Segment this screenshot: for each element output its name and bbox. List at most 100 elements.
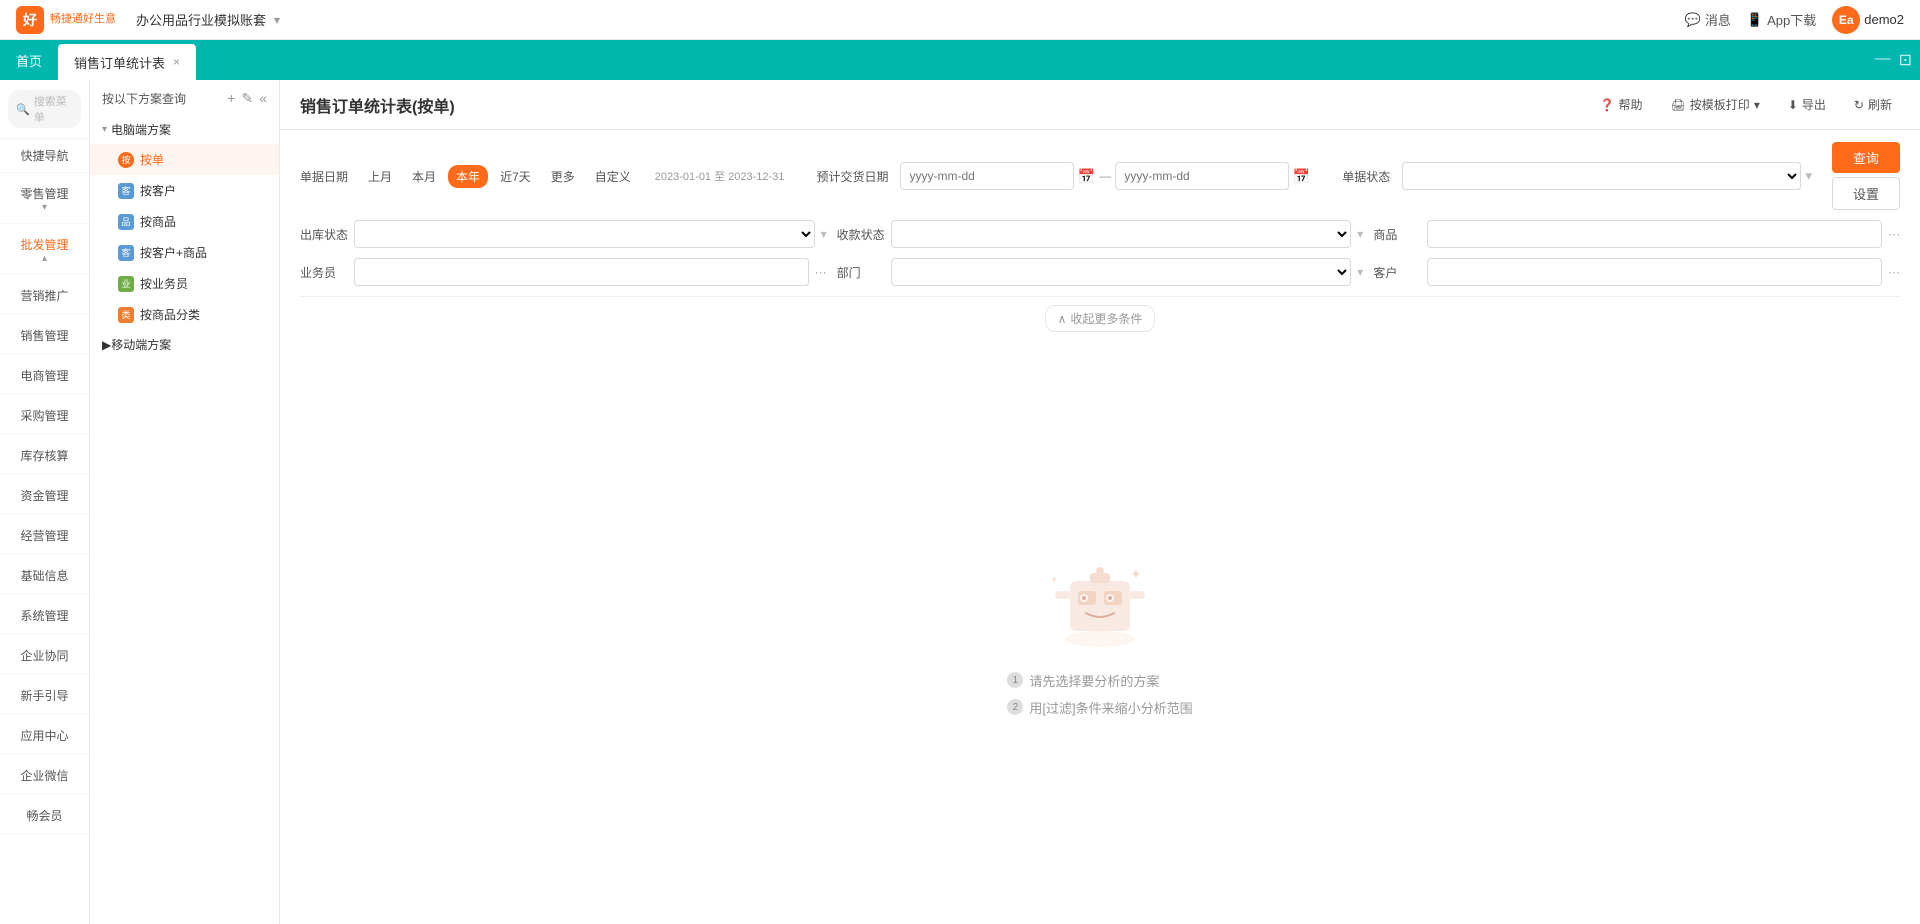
payment-status-dropdown-icon[interactable]: ▾ — [1357, 227, 1363, 241]
date-buttons: 上月 本月 本年 近7天 更多 自定义 — [360, 165, 639, 188]
content-area: 按以下方案查询 + ✎ « ▾ 电脑端方案 按 按单 客 按客 — [90, 80, 1920, 924]
sidebar-item-ecommerce[interactable]: 电商管理 — [0, 355, 89, 395]
dept-select[interactable] — [891, 258, 1352, 286]
collapse-icon: ∧ — [1058, 312, 1067, 326]
tab-close-icon[interactable]: × — [173, 55, 180, 69]
tab-minimize-icon[interactable]: — — [1875, 50, 1891, 70]
goods-label: 商品 — [1373, 226, 1421, 243]
date-this-month-btn[interactable]: 本月 — [404, 165, 444, 188]
payment-status-select[interactable] — [891, 220, 1352, 248]
help-icon: ❓ — [1600, 98, 1615, 112]
empty-illustration: ✦ ✦ — [1040, 551, 1160, 651]
scheme-by-category-icon: 类 — [118, 307, 134, 323]
print-dropdown-icon: ▾ — [1754, 98, 1760, 112]
expected-date-start[interactable] — [900, 162, 1073, 190]
tip-num-2: 2 — [1007, 699, 1023, 715]
sidebar-item-wechat[interactable]: 企业微信 — [0, 755, 89, 795]
svg-text:✦: ✦ — [1130, 566, 1142, 582]
empty-tips: 1 请先选择要分析的方案 2 用[过滤]条件来缩小分析范围 — [1007, 671, 1192, 725]
sidebar-item-appstore[interactable]: 应用中心 — [0, 715, 89, 755]
sidebar-item-retail[interactable]: 零售管理 ▾ — [0, 173, 89, 224]
date-more-btn[interactable]: 更多 — [543, 165, 583, 188]
sidebar-item-marketing[interactable]: 营销推广 — [0, 275, 89, 315]
sidebar-item-purchase[interactable]: 采购管理 — [0, 395, 89, 435]
status-select[interactable] — [1402, 162, 1801, 190]
collapse-btn[interactable]: ∧ 收起更多条件 — [1045, 305, 1156, 332]
dept-label: 部门 — [837, 264, 885, 281]
salesperson-input[interactable] — [354, 258, 809, 286]
sidebar-item-inventory[interactable]: 库存核算 — [0, 435, 89, 475]
app-download-icon: 📱 — [1747, 12, 1763, 28]
mobile-group-arrow: ▶ — [102, 338, 111, 352]
left-panel: 按以下方案查询 + ✎ « ▾ 电脑端方案 按 按单 客 按客 — [90, 80, 280, 924]
sidebar-item-cooperation[interactable]: 企业协同 — [0, 635, 89, 675]
panel-collapse-btn[interactable]: « — [259, 90, 267, 107]
mobile-group-title[interactable]: ▶ 移动端方案 — [90, 330, 279, 359]
sidebar-item-wholesale[interactable]: 批发管理 ▴ — [0, 224, 89, 275]
app-download-button[interactable]: 📱 App下载 — [1747, 10, 1816, 29]
expected-date-end[interactable] — [1115, 162, 1288, 190]
message-button[interactable]: 💬 消息 — [1685, 10, 1731, 29]
print-button[interactable]: 🖨 按模板打印 ▾ — [1663, 92, 1768, 117]
customer-field: 客户 ··· — [1373, 258, 1900, 286]
salesperson-more-btn[interactable]: ··· — [815, 265, 827, 279]
settings-button[interactable]: 设置 — [1832, 177, 1900, 210]
scheme-by-customer[interactable]: 客 按客户 — [90, 175, 279, 206]
date-this-year-btn[interactable]: 本年 — [448, 165, 488, 188]
scheme-by-salesperson-icon: 业 — [118, 276, 134, 292]
refresh-button[interactable]: ↻ 刷新 — [1846, 92, 1900, 117]
scheme-by-category[interactable]: 类 按商品分类 — [90, 299, 279, 330]
calendar-start-icon[interactable]: 📅 — [1078, 168, 1095, 185]
dept-dropdown-icon[interactable]: ▾ — [1357, 265, 1363, 279]
tab-sales-order[interactable]: 销售订单统计表 × — [58, 44, 196, 80]
customer-input[interactable] — [1427, 258, 1882, 286]
query-button[interactable]: 查询 — [1832, 142, 1900, 173]
sidebar-item-sales[interactable]: 销售管理 — [0, 315, 89, 355]
app-download-label: App下载 — [1767, 10, 1816, 29]
filter-row-3: 业务员 ··· 部门 ▾ 客户 ··· — [300, 258, 1900, 286]
app-title-dropdown-icon[interactable]: ▾ — [274, 13, 280, 27]
scheme-by-salesperson[interactable]: 业 按业务员 — [90, 268, 279, 299]
sidebar-search-input[interactable]: 🔍 搜索菜单 — [8, 90, 81, 128]
tab-maximize-icon[interactable]: ⊡ — [1899, 50, 1912, 70]
sidebar-search-area[interactable]: 🔍 搜索菜单 — [0, 80, 89, 139]
sidebar-item-member[interactable]: 畅会员 — [0, 795, 89, 835]
top-bar-left: 好 畅捷通好生意 办公用品行业模拟账套 ▾ — [16, 6, 280, 34]
customer-label: 客户 — [1373, 264, 1421, 281]
sidebar-item-finance[interactable]: 资金管理 — [0, 475, 89, 515]
tab-home[interactable]: 首页 — [0, 40, 58, 80]
sidebar-item-base[interactable]: 基础信息 — [0, 555, 89, 595]
salesperson-label: 业务员 — [300, 264, 348, 281]
calendar-end-icon[interactable]: 📅 — [1293, 168, 1310, 185]
sidebar-item-quick-nav[interactable]: 快捷导航 — [0, 139, 89, 173]
help-button[interactable]: ❓ 帮助 — [1592, 92, 1651, 117]
scheme-by-order[interactable]: 按 按单 — [90, 144, 279, 175]
panel-add-btn[interactable]: + — [227, 90, 235, 107]
pc-group-title[interactable]: ▾ 电脑端方案 — [90, 115, 279, 144]
status-dropdown-icon[interactable]: ▾ — [1805, 168, 1812, 184]
refresh-icon: ↻ — [1854, 98, 1864, 112]
sidebar-item-operations[interactable]: 经营管理 — [0, 515, 89, 555]
message-icon: 💬 — [1685, 12, 1701, 28]
sidebar-item-guide[interactable]: 新手引导 — [0, 675, 89, 715]
panel-edit-btn[interactable]: ✎ — [241, 90, 253, 107]
customer-more-btn[interactable]: ··· — [1888, 265, 1900, 279]
sidebar-item-system[interactable]: 系统管理 — [0, 595, 89, 635]
scheme-by-product[interactable]: 品 按商品 — [90, 206, 279, 237]
delivery-status-dropdown-icon[interactable]: ▾ — [821, 227, 827, 241]
delivery-status-select[interactable] — [354, 220, 815, 248]
date-prev-month-btn[interactable]: 上月 — [360, 165, 400, 188]
date-custom-btn[interactable]: 自定义 — [587, 165, 639, 188]
filter-row-1: 单据日期 上月 本月 本年 近7天 更多 自定义 2023-01-01 至 20… — [300, 142, 1900, 210]
date-7days-btn[interactable]: 近7天 — [492, 165, 539, 188]
user-area[interactable]: Ea demo2 — [1832, 6, 1904, 34]
panel-header-label: 按以下方案查询 — [102, 90, 186, 107]
sidebar: 🔍 搜索菜单 快捷导航 零售管理 ▾ 批发管理 ▴ 营销推广 销售管理 电商管理… — [0, 80, 90, 924]
tip-num-1: 1 — [1007, 672, 1023, 688]
scheme-by-cust-prod[interactable]: 客 按客户+商品 — [90, 237, 279, 268]
delivery-status-label: 出库状态 — [300, 226, 348, 243]
print-icon: 🖨 — [1671, 98, 1686, 112]
goods-more-btn[interactable]: ··· — [1888, 227, 1900, 241]
export-button[interactable]: ⬇ 导出 — [1780, 92, 1834, 117]
goods-input[interactable] — [1427, 220, 1882, 248]
